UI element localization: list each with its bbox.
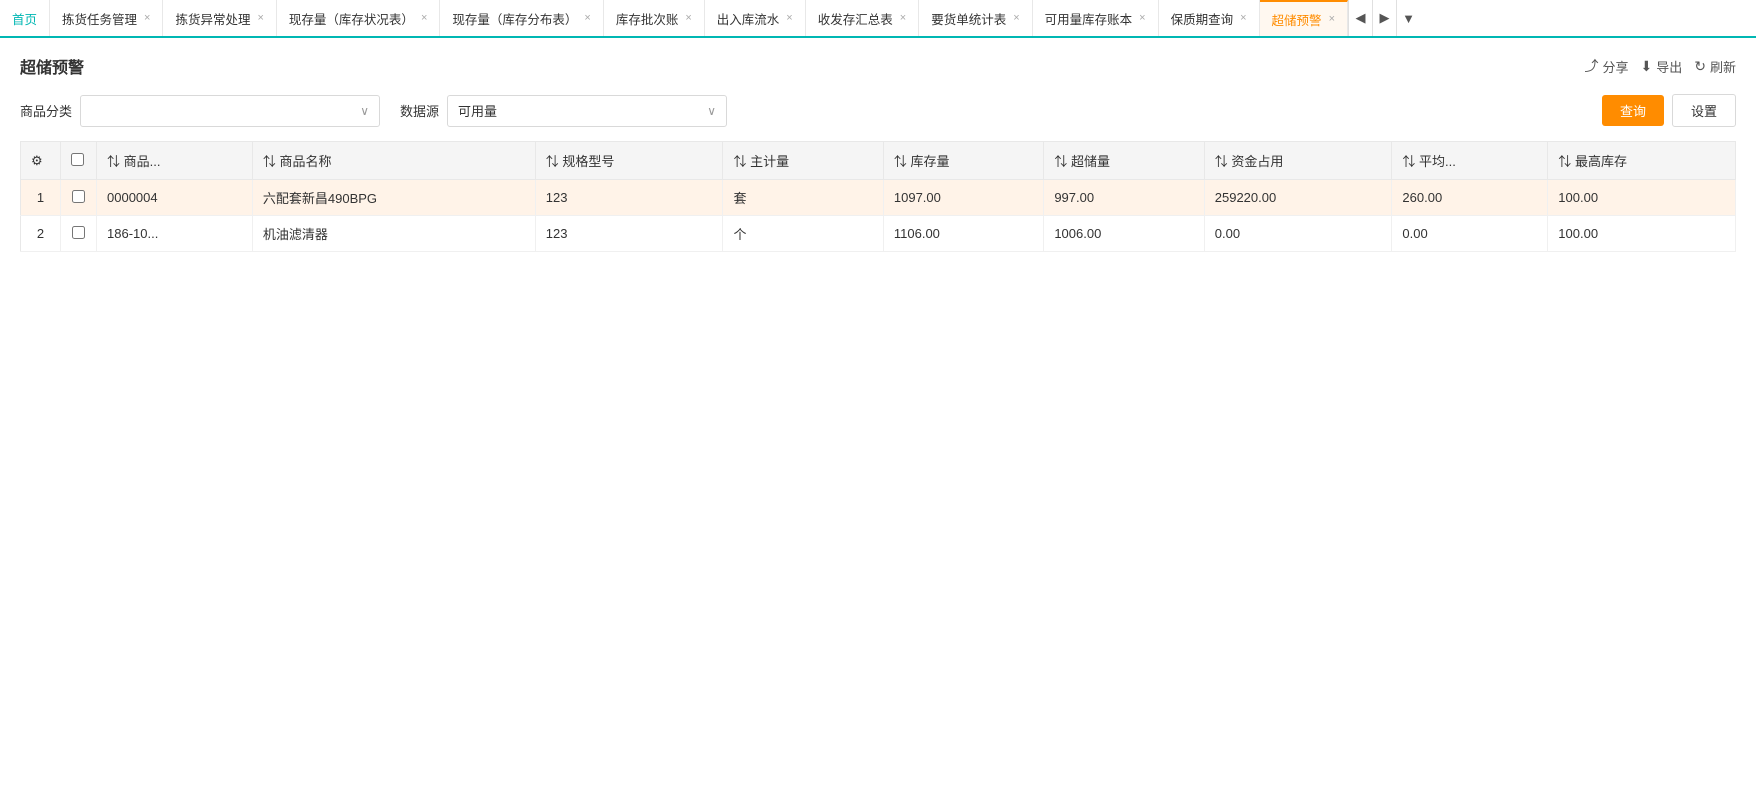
category-label: 商品分类 (20, 101, 72, 120)
tab-batch-close[interactable]: × (685, 12, 691, 24)
select-all-checkbox[interactable] (71, 153, 84, 166)
share-action[interactable]: ⤴ 分享 (1584, 56, 1628, 76)
tab-quality-close[interactable]: × (1240, 12, 1246, 24)
row-stock-qty: 1097.00 (883, 180, 1043, 216)
main-content: 超储预警 ⤴ 分享 ⬇ 导出 ↻ 刷新 商品分类 ∨ 数据源 (0, 38, 1756, 268)
refresh-icon: ↻ (1694, 58, 1706, 75)
col-spec[interactable]: ⇅ 规格型号 (535, 142, 723, 180)
tab-order-stat-close[interactable]: × (1013, 12, 1019, 24)
row-avg: 260.00 (1392, 180, 1548, 216)
datasource-label: 数据源 (400, 101, 439, 120)
share-icon: ⤴ (1584, 56, 1598, 76)
category-select[interactable]: ∨ (80, 95, 380, 127)
tab-stock-status[interactable]: 现存量（库存状况表） × (277, 0, 440, 36)
row-max-stock: 100.00 (1548, 216, 1736, 252)
row-seq: 1 (21, 180, 61, 216)
row-spec: 123 (535, 216, 723, 252)
tab-abnormal-close[interactable]: × (257, 12, 263, 24)
col-capital[interactable]: ⇅ 资金占用 (1204, 142, 1392, 180)
tab-task-close[interactable]: × (144, 12, 150, 24)
page-title: 超储预警 (20, 54, 84, 78)
datasource-chevron-icon: ∨ (707, 104, 716, 118)
category-chevron-icon: ∨ (360, 104, 369, 118)
row-product-code: 186-10... (97, 216, 253, 252)
col-overstock-qty[interactable]: ⇅ 超储量 (1044, 142, 1204, 180)
query-button[interactable]: 查询 (1602, 95, 1664, 126)
row-spec: 123 (535, 180, 723, 216)
col-stock-qty[interactable]: ⇅ 库存量 (883, 142, 1043, 180)
tab-inout[interactable]: 出入库流水 × (705, 0, 806, 36)
tab-collect-close[interactable]: × (900, 12, 906, 24)
nav-tabs: 首页 拣货任务管理 × 拣货异常处理 × 现存量（库存状况表） × 现存量（库存… (0, 0, 1756, 38)
tab-order-stat[interactable]: 要货单统计表 × (919, 0, 1032, 36)
nav-menu-btn[interactable]: ▼ (1396, 0, 1420, 36)
refresh-action[interactable]: ↻ 刷新 (1694, 57, 1736, 76)
col-gear[interactable]: ⚙ (21, 142, 61, 180)
tab-batch[interactable]: 库存批次账 × (604, 0, 705, 36)
table-header-row: ⚙ ⇅ 商品... ⇅ 商品名称 ⇅ 规格型号 ⇅ 主计 (21, 142, 1736, 180)
page-title-bar: 超储预警 ⤴ 分享 ⬇ 导出 ↻ 刷新 (20, 54, 1736, 78)
export-icon: ⬇ (1641, 58, 1653, 75)
col-product-code[interactable]: ⇅ 商品... (97, 142, 253, 180)
title-actions: ⤴ 分享 ⬇ 导出 ↻ 刷新 (1584, 56, 1736, 76)
table-body: 1 0000004 六配套新昌490BPG 123 套 1097.00 997.… (21, 180, 1736, 252)
row-capital: 0.00 (1204, 216, 1392, 252)
table-row: 2 186-10... 机油滤清器 123 个 1106.00 1006.00 … (21, 216, 1736, 252)
row-seq: 2 (21, 216, 61, 252)
row-checkbox[interactable] (72, 226, 85, 239)
row-checkbox-cell[interactable] (61, 180, 97, 216)
tab-overstock-close[interactable]: × (1329, 13, 1335, 25)
col-product-name[interactable]: ⇅ 商品名称 (252, 142, 535, 180)
row-unit: 个 (723, 216, 883, 252)
col-avg[interactable]: ⇅ 平均... (1392, 142, 1548, 180)
row-checkbox[interactable] (72, 190, 85, 203)
col-checkbox[interactable] (61, 142, 97, 180)
tab-stock-status-close[interactable]: × (421, 12, 427, 24)
tab-home[interactable]: 首页 (0, 0, 50, 36)
datasource-value: 可用量 (458, 101, 497, 120)
tab-stock-dist-close[interactable]: × (584, 12, 590, 24)
settings-button[interactable]: 设置 (1672, 94, 1736, 127)
row-avg: 0.00 (1392, 216, 1548, 252)
col-unit[interactable]: ⇅ 主计量 (723, 142, 883, 180)
category-filter: 商品分类 ∨ (20, 95, 380, 127)
row-product-name: 六配套新昌490BPG (252, 180, 535, 216)
datasource-select[interactable]: 可用量 ∨ (447, 95, 727, 127)
tab-available[interactable]: 可用量库存账本 × (1033, 0, 1159, 36)
row-checkbox-cell[interactable] (61, 216, 97, 252)
tab-inout-close[interactable]: × (786, 12, 792, 24)
nav-next-btn[interactable]: ▶ (1372, 0, 1396, 36)
tab-overstock[interactable]: 超储预警 × (1260, 0, 1348, 36)
row-product-code: 0000004 (97, 180, 253, 216)
tab-abnormal[interactable]: 拣货异常处理 × (163, 0, 276, 36)
row-product-name: 机油滤清器 (252, 216, 535, 252)
col-max-stock[interactable]: ⇅ 最高库存 (1548, 142, 1736, 180)
filter-row: 商品分类 ∨ 数据源 可用量 ∨ 查询 设置 (20, 94, 1736, 127)
tab-collect[interactable]: 收发存汇总表 × (806, 0, 919, 36)
data-table: ⚙ ⇅ 商品... ⇅ 商品名称 ⇅ 规格型号 ⇅ 主计 (20, 141, 1736, 252)
table-row: 1 0000004 六配套新昌490BPG 123 套 1097.00 997.… (21, 180, 1736, 216)
filter-actions: 查询 设置 (1602, 94, 1736, 127)
tab-available-close[interactable]: × (1139, 12, 1145, 24)
export-action[interactable]: ⬇ 导出 (1641, 57, 1683, 76)
datasource-filter: 数据源 可用量 ∨ (400, 95, 727, 127)
tab-stock-dist[interactable]: 现存量（库存分布表） × (440, 0, 603, 36)
nav-prev-btn[interactable]: ◀ (1348, 0, 1372, 36)
row-unit: 套 (723, 180, 883, 216)
row-overstock-qty: 1006.00 (1044, 216, 1204, 252)
row-max-stock: 100.00 (1548, 180, 1736, 216)
row-overstock-qty: 997.00 (1044, 180, 1204, 216)
row-stock-qty: 1106.00 (883, 216, 1043, 252)
row-capital: 259220.00 (1204, 180, 1392, 216)
tab-quality[interactable]: 保质期查询 × (1159, 0, 1260, 36)
tab-task[interactable]: 拣货任务管理 × (50, 0, 163, 36)
